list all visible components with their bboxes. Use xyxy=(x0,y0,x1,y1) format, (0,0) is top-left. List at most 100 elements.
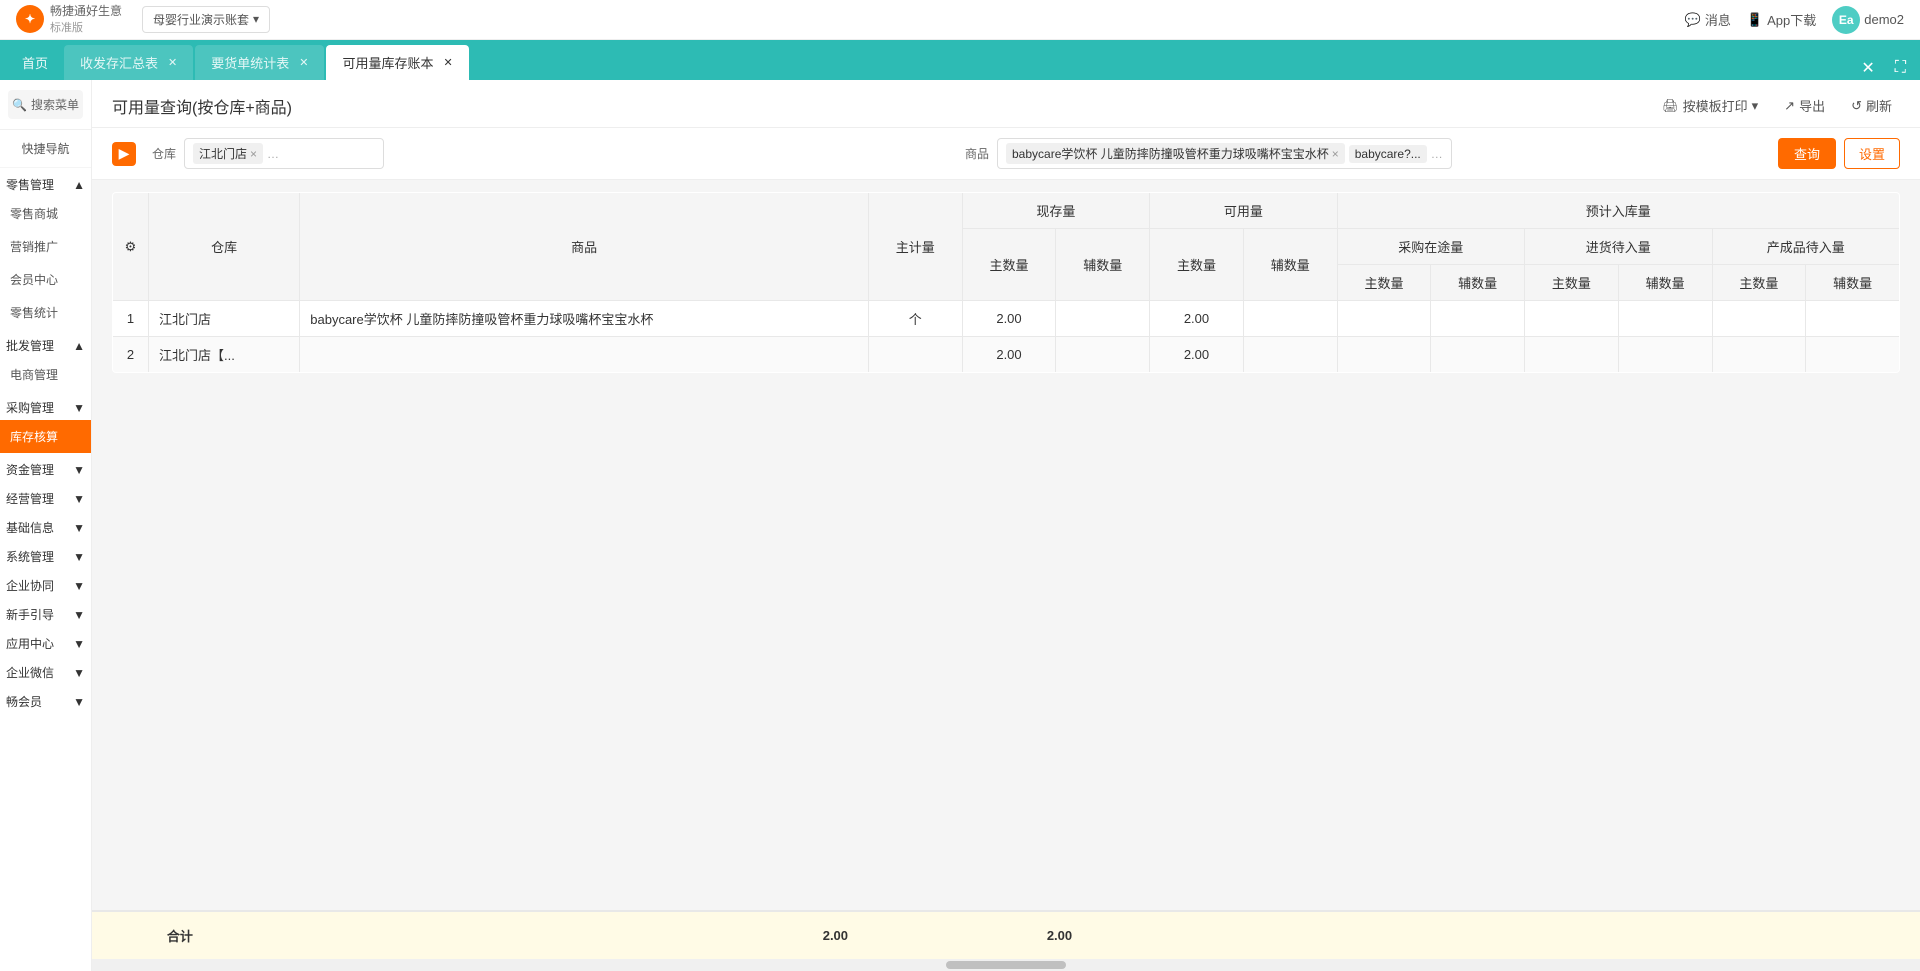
col-planned-in-header: 预计入库量 xyxy=(1337,193,1899,229)
sidebar-item-ecommerce[interactable]: 电商管理 xyxy=(0,358,91,391)
sidebar-item-quick-nav[interactable]: 快捷导航 xyxy=(0,130,91,168)
chevron-down-icon: ▼ xyxy=(73,401,85,415)
chevron-down-icon: ▼ xyxy=(73,608,85,622)
search-icon: 🔍 xyxy=(12,98,27,112)
sidebar: 🔍 搜索菜单 快捷导航 零售管理 ▲ 零售商城 营销推广 会员中心 零售统计 批… xyxy=(0,80,92,971)
col-available-aux-header: 辅数量 xyxy=(1243,229,1337,301)
row2-current-main: 2.00 xyxy=(962,337,1056,373)
sidebar-section-system[interactable]: 系统管理 ▼ xyxy=(0,540,91,569)
row1-purchase-aux xyxy=(1431,301,1525,337)
tab-order-stats[interactable]: 要货单统计表 ✕ xyxy=(195,45,324,80)
refresh-icon: ↺ xyxy=(1851,98,1862,114)
footer-product-main xyxy=(1676,920,1788,951)
col-current-main-header: 主数量 xyxy=(962,229,1056,301)
scroll-thumb[interactable] xyxy=(946,961,1066,969)
sidebar-section-wholesale[interactable]: 批发管理 ▲ xyxy=(0,329,91,358)
row1-goods-aux xyxy=(1618,301,1712,337)
footer-current-main: 2.00 xyxy=(779,920,891,951)
close-tab-order[interactable]: ✕ xyxy=(299,56,308,69)
sidebar-section-basic[interactable]: 基础信息 ▼ xyxy=(0,511,91,540)
remove-warehouse-tag[interactable]: × xyxy=(250,147,257,161)
content-area: 可用量查询(按仓库+商品) 🖨 按模板打印 ▾ ↗ 导出 ↺ 刷新 ▶ xyxy=(92,80,1920,971)
chevron-up-icon: ▲ xyxy=(73,339,85,353)
warehouse-more[interactable]: … xyxy=(267,147,279,161)
sidebar-item-inventory[interactable]: 库存核算 xyxy=(0,420,91,453)
sidebar-section-retail[interactable]: 零售管理 ▲ xyxy=(0,168,91,197)
table-container: ⚙ 仓库 商品 主计量 现存量 可用量 预计入库量 主数量 辅数量 主数量 辅数… xyxy=(92,180,1920,910)
close-tab-available[interactable]: ✕ xyxy=(444,56,453,69)
table-row: 1 江北门店 babycare学饮杯 儿童防摔防撞吸管杯重力球吸嘴杯宝宝水杯 个… xyxy=(113,301,1900,337)
main-layout: 🔍 搜索菜单 快捷导航 零售管理 ▲ 零售商城 营销推广 会员中心 零售统计 批… xyxy=(0,80,1920,971)
sidebar-section-appstore[interactable]: 应用中心 ▼ xyxy=(0,627,91,656)
col-product-header: 商品 xyxy=(300,193,869,301)
app-download-button[interactable]: 📱 App下载 xyxy=(1747,10,1816,29)
industry-selector[interactable]: 母婴行业演示账套 ▾ xyxy=(142,6,270,33)
footer-goods-main xyxy=(1452,920,1564,951)
sidebar-item-marketing[interactable]: 营销推广 xyxy=(0,230,91,263)
warehouse-input[interactable]: 江北门店 × … xyxy=(184,138,384,169)
row1-goods-main xyxy=(1525,301,1619,337)
col-product-main-header: 主数量 xyxy=(1712,265,1806,301)
message-button[interactable]: 💬 消息 xyxy=(1685,10,1731,29)
page-header: 可用量查询(按仓库+商品) 🖨 按模板打印 ▾ ↗ 导出 ↺ 刷新 xyxy=(92,80,1920,128)
horizontal-scrollbar[interactable] xyxy=(92,959,1920,971)
sidebar-section-purchase[interactable]: 采购管理 ▼ xyxy=(0,391,91,420)
chevron-down-icon: ▼ xyxy=(73,550,85,564)
footer-available-aux xyxy=(1116,920,1228,951)
sidebar-section-enterprise[interactable]: 企业协同 ▼ xyxy=(0,569,91,598)
data-table: ⚙ 仓库 商品 主计量 现存量 可用量 预计入库量 主数量 辅数量 主数量 辅数… xyxy=(112,192,1900,373)
col-product-aux-header: 辅数量 xyxy=(1806,265,1900,301)
sidebar-item-retail-mall[interactable]: 零售商城 xyxy=(0,197,91,230)
tab-available-stock[interactable]: 可用量库存账本 ✕ xyxy=(326,45,468,80)
user-profile[interactable]: Ea demo2 xyxy=(1832,6,1904,34)
product-more[interactable]: … xyxy=(1431,147,1443,161)
row2-purchase-main xyxy=(1337,337,1431,373)
footer-current-aux xyxy=(891,920,1003,951)
footer-empty-1 xyxy=(112,920,157,951)
settings-button[interactable]: 设置 xyxy=(1844,138,1900,169)
sidebar-section-operations[interactable]: 经营管理 ▼ xyxy=(0,482,91,511)
sidebar-section-finance[interactable]: 资金管理 ▼ xyxy=(0,453,91,482)
chevron-down-icon: ▾ xyxy=(253,12,259,26)
row1-available-main: 2.00 xyxy=(1150,301,1244,337)
expand-window-icon[interactable]: ⛶ xyxy=(1889,57,1912,79)
sidebar-section-wechat[interactable]: 企业微信 ▼ xyxy=(0,656,91,685)
chevron-down-icon: ▼ xyxy=(73,695,85,709)
row1-current-aux xyxy=(1056,301,1150,337)
warehouse-filter: 仓库 江北门店 × … xyxy=(152,138,949,169)
product-input[interactable]: babycare学饮杯 儿童防摔防撞吸管杯重力球吸嘴杯宝宝水杯 × babyca… xyxy=(997,138,1452,169)
download-icon: 📱 xyxy=(1747,12,1763,28)
refresh-button[interactable]: ↺ 刷新 xyxy=(1843,92,1900,119)
sidebar-section-newbie[interactable]: 新手引导 ▼ xyxy=(0,598,91,627)
page-title: 可用量查询(按仓库+商品) xyxy=(112,94,292,118)
row1-unit: 个 xyxy=(868,301,962,337)
close-window-icon[interactable]: ✕ xyxy=(1855,56,1880,80)
tab-home[interactable]: 首页 xyxy=(8,45,62,80)
col-settings-header[interactable]: ⚙ xyxy=(113,193,149,301)
sidebar-section-member[interactable]: 畅会员 ▼ xyxy=(0,685,91,714)
tab-receive-summary[interactable]: 收发存汇总表 ✕ xyxy=(64,45,193,80)
filter-bar: ▶ 仓库 江北门店 × … 商品 babycare学饮杯 儿童防摔防撞吸管杯重力… xyxy=(92,128,1920,180)
close-tab-receive[interactable]: ✕ xyxy=(168,56,177,69)
query-button[interactable]: 查询 xyxy=(1778,138,1836,169)
footer-empty-2 xyxy=(306,920,680,951)
product-tag-2: babycare?... xyxy=(1349,145,1427,163)
print-button[interactable]: 🖨 按模板打印 ▾ xyxy=(1654,92,1766,119)
row1-current-main: 2.00 xyxy=(962,301,1056,337)
chevron-down-icon: ▼ xyxy=(73,666,85,680)
row2-available-aux xyxy=(1243,337,1337,373)
avatar: Ea xyxy=(1832,6,1860,34)
sidebar-item-retail-stats[interactable]: 零售统计 xyxy=(0,296,91,329)
col-goods-aux-header: 辅数量 xyxy=(1618,265,1712,301)
filter-toggle-button[interactable]: ▶ xyxy=(112,142,136,166)
remove-product-tag-1[interactable]: × xyxy=(1332,147,1339,161)
col-available-main-header: 主数量 xyxy=(1150,229,1244,301)
brand-sub: 标准版 xyxy=(50,19,122,35)
chevron-down-icon: ▼ xyxy=(73,637,85,651)
sidebar-item-member-center[interactable]: 会员中心 xyxy=(0,263,91,296)
search-menu-button[interactable]: 🔍 搜索菜单 xyxy=(8,90,83,119)
row2-product-aux xyxy=(1806,337,1900,373)
footer-purchase-main xyxy=(1228,920,1340,951)
export-button[interactable]: ↗ 导出 xyxy=(1776,92,1833,119)
app-download-label: App下载 xyxy=(1767,10,1816,29)
